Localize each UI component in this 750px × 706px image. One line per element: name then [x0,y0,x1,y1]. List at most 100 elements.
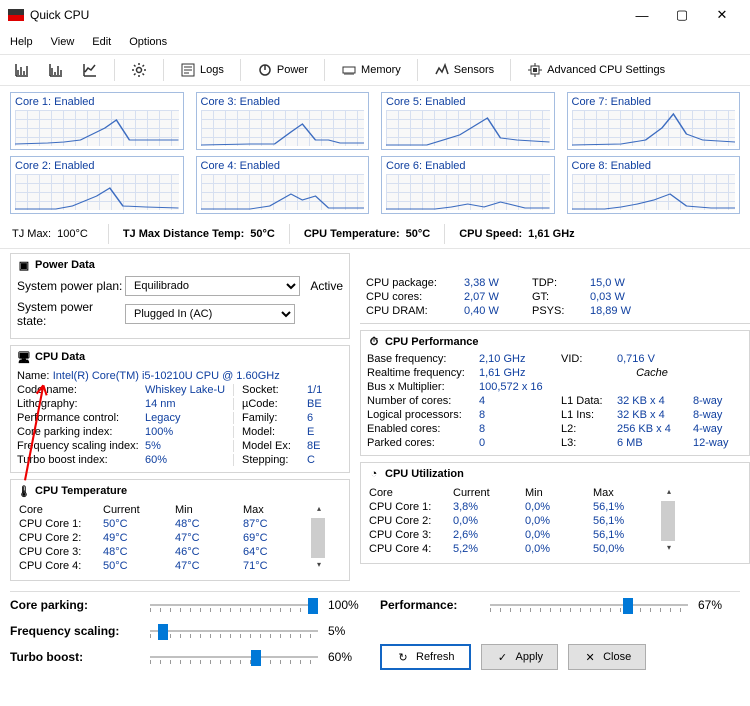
refresh-button[interactable]: ↻Refresh [380,644,471,670]
power-state-label: System power state: [17,300,125,328]
power-data-title: Power Data [35,259,95,271]
core-graph-5[interactable]: Core 5: Enabled [381,92,555,150]
table-cell: 50,0% [593,543,657,555]
turbo-boost-slider[interactable] [150,648,318,666]
power-state-select[interactable]: Plugged In (AC) [125,304,295,324]
table-cell: CPU Core 3: [19,546,99,558]
cpuspeed-value: 1,61 GHz [528,228,574,240]
tjdist-value: 50°C [250,228,275,240]
performance-value: 67% [698,598,740,612]
basefreq-value: 2,10 GHz [479,353,559,365]
core-parking-slider[interactable] [150,596,318,614]
table-cell: CPU Core 2: [369,515,449,527]
maximize-button[interactable]: ▢ [662,1,702,29]
table-cell: 47°C [175,532,239,544]
table-cell: 71°C [243,560,307,572]
log-icon [180,62,196,78]
core-graph-1[interactable]: Core 1: Enabled [10,92,184,150]
core-label: Core 8: Enabled [572,160,736,172]
menu-help[interactable]: Help [10,36,33,48]
sensors-button[interactable]: Sensors [428,59,500,81]
tdp-value: 15,0 W [590,277,650,289]
gear-button[interactable] [125,59,153,81]
core-graph-2[interactable]: Core 2: Enabled [10,156,184,214]
tjmax-value: 100°C [57,228,88,240]
l1i-value: 32 KB x 4 [617,409,691,421]
temp-header-core: Core [19,504,99,516]
logs-button[interactable]: Logs [174,59,230,81]
table-cell: CPU Core 1: [369,501,449,513]
busmult-label: Bus x Multiplier: [367,381,477,393]
temp-header-max: Max [243,504,307,516]
lproc-value: 8 [479,409,559,421]
cpu-util-section: ◔CPU Utilization CoreCurrentMinMax▴ CPU … [360,462,750,564]
gauge-icon: ⏱ [367,335,381,349]
cores-label: CPU cores: [366,291,456,303]
scrollbar-thumb[interactable] [311,518,325,558]
util-header-core: Core [369,487,449,499]
core-label: Core 5: Enabled [386,96,550,108]
codename-label: Code name: [17,384,145,396]
turbo-boost-slider-row: Turbo boost: 60% [10,648,370,666]
thermometer-icon: 🌡 [17,484,31,498]
close-window-button[interactable]: ✕ [702,1,742,29]
menu-edit[interactable]: Edit [92,36,111,48]
core-graph-8[interactable]: Core 8: Enabled [567,156,741,214]
core-graph-7[interactable]: Core 7: Enabled [567,92,741,150]
socket-value: 1/1 [307,384,343,396]
pkg-label: CPU package: [366,277,456,289]
table-cell: CPU Core 1: [19,518,99,530]
menu-view[interactable]: View [51,36,75,48]
memory-icon [341,62,357,78]
freq-scaling-slider[interactable] [150,622,318,640]
table-cell: 46°C [175,546,239,558]
close-button[interactable]: ✕Close [568,644,646,670]
menu-options[interactable]: Options [129,36,167,48]
l1i-way: 8-way [693,409,743,421]
table-cell: 47°C [175,560,239,572]
close-icon: ✕ [583,650,597,664]
advanced-button[interactable]: Advanced CPU Settings [521,59,671,81]
performance-slider[interactable] [490,596,688,614]
l1i-label: L1 Ins: [561,409,615,421]
l3-value: 6 MB [617,437,691,449]
scroll-down-icon[interactable]: ▾ [661,543,677,555]
chart-icon [82,62,98,78]
apply-button[interactable]: ✓Apply [481,644,559,670]
memory-button[interactable]: Memory [335,59,407,81]
power-plan-select[interactable]: Equilibrado [125,276,300,296]
core-label: Core 3: Enabled [201,96,365,108]
core-graph-4[interactable]: Core 4: Enabled [196,156,370,214]
core-label: Core 1: Enabled [15,96,179,108]
tjmax-label: TJ Max: [12,228,51,240]
refresh-icon: ↻ [396,650,410,664]
chart-button-1[interactable] [8,59,36,81]
cpu-data-section: 🖥CPU Data Name: Intel(R) Core(TM) i5-102… [10,345,350,473]
scroll-up-icon[interactable]: ▴ [311,504,327,516]
temp-header-current: Current [103,504,171,516]
performance-label: Performance: [380,598,480,612]
scrollbar-thumb[interactable] [661,501,675,541]
ncores-label: Number of cores: [367,395,477,407]
cpu-data-title: CPU Data [35,351,85,363]
litho-label: Lithography: [17,398,145,410]
core-parking-value: 100% [328,598,370,612]
cputemp-value: 50°C [406,228,431,240]
sensors-icon [434,62,450,78]
modelex-value: 8E [307,440,343,452]
scroll-down-icon[interactable]: ▾ [311,560,327,572]
table-cell: CPU Core 4: [369,543,449,555]
chart-button-2[interactable] [42,59,70,81]
menubar: Help View Edit Options [0,30,750,54]
scroll-up-icon[interactable]: ▴ [661,487,677,499]
power-button[interactable]: Power [251,59,314,81]
core-graph-6[interactable]: Core 6: Enabled [381,156,555,214]
chart-icon [48,62,64,78]
table-cell: 0,0% [525,515,589,527]
core-graph-3[interactable]: Core 3: Enabled [196,92,370,150]
minimize-button[interactable]: — [622,1,662,29]
chart-button-3[interactable] [76,59,104,81]
cores-value: 2,07 W [464,291,524,303]
table-cell: 5,2% [453,543,521,555]
util-header-max: Max [593,487,657,499]
